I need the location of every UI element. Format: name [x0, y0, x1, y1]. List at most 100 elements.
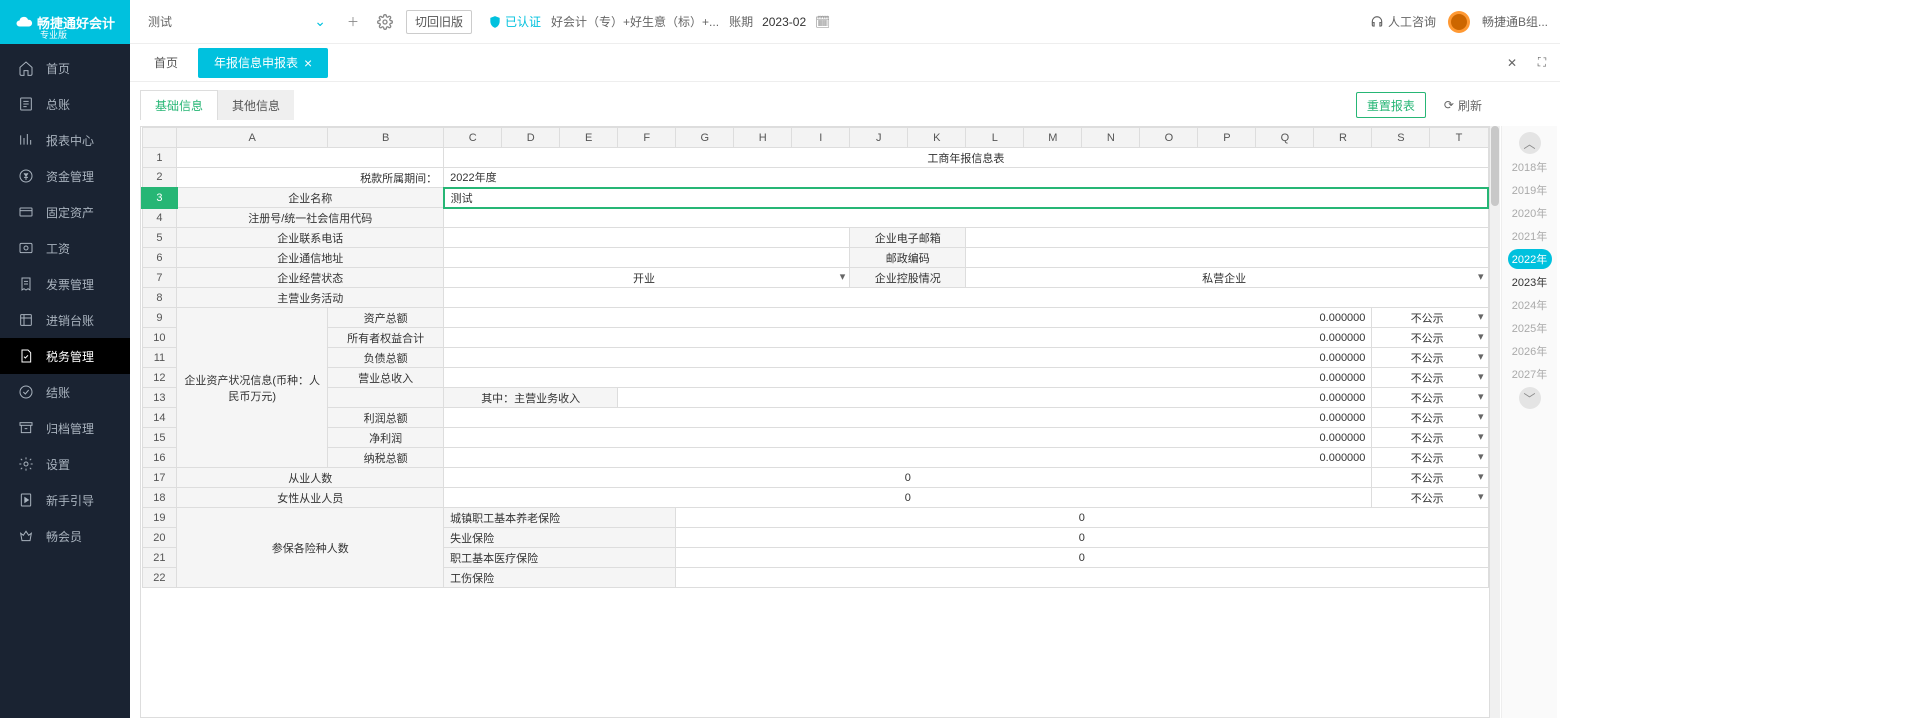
row-header[interactable]: 16 — [142, 448, 177, 468]
col-header[interactable]: L — [966, 128, 1024, 148]
cell[interactable]: 不公示▾ — [1372, 348, 1488, 368]
cell[interactable]: 净利润 — [328, 428, 444, 448]
year-item[interactable]: 2021年 — [1508, 226, 1552, 246]
calendar-icon[interactable]: 🗓 — [815, 15, 830, 29]
cell[interactable]: 邮政编码 — [850, 248, 966, 268]
cell[interactable]: 2022年度 — [444, 168, 1488, 188]
cell[interactable] — [444, 228, 850, 248]
close-icon[interactable]: × — [304, 55, 312, 71]
col-header[interactable]: O — [1140, 128, 1198, 148]
cell[interactable]: 企业名称 — [177, 188, 444, 208]
dropdown-icon[interactable]: ▾ — [1478, 430, 1484, 443]
avatar[interactable] — [1448, 11, 1470, 33]
cell[interactable] — [444, 248, 850, 268]
row-header[interactable]: 8 — [142, 288, 177, 308]
sidebar-item-home[interactable]: 首页 — [0, 50, 130, 86]
cell[interactable] — [328, 388, 444, 408]
fullscreen-icon[interactable]: ⛶ — [1532, 53, 1552, 73]
cell[interactable]: 营业总收入 — [328, 368, 444, 388]
sidebar-item-report[interactable]: 报表中心 — [0, 122, 130, 158]
cell[interactable]: 不公示▾ — [1372, 308, 1488, 328]
col-header[interactable]: B — [328, 128, 444, 148]
col-header[interactable]: K — [908, 128, 966, 148]
row-header[interactable]: 7 — [142, 268, 177, 288]
row-header[interactable]: 12 — [142, 368, 177, 388]
dropdown-icon[interactable]: ▾ — [1478, 370, 1484, 383]
sidebar-item-stock[interactable]: 进销台账 — [0, 302, 130, 338]
cell[interactable]: 失业保险 — [444, 528, 676, 548]
year-item[interactable]: 2025年 — [1508, 318, 1552, 338]
row-header[interactable]: 5 — [142, 228, 177, 248]
cell[interactable]: 所有者权益合计 — [328, 328, 444, 348]
dropdown-icon[interactable]: ▾ — [1478, 450, 1484, 463]
cell[interactable]: 测试 — [444, 188, 1488, 208]
year-item[interactable]: 2023年 — [1508, 272, 1552, 292]
cell[interactable]: 从业人数 — [177, 468, 444, 488]
row-header[interactable]: 22 — [142, 568, 177, 588]
col-header[interactable]: E — [560, 128, 618, 148]
year-down-icon[interactable]: ﹀ — [1519, 387, 1541, 409]
cell[interactable]: 其中：主营业务收入 — [444, 388, 618, 408]
cell[interactable] — [444, 288, 1488, 308]
row-header[interactable]: 17 — [142, 468, 177, 488]
sidebar-item-ledger[interactable]: 总账 — [0, 86, 130, 122]
cell[interactable]: 不公示▾ — [1372, 468, 1488, 488]
support-link[interactable]: 人工咨询 — [1370, 13, 1436, 30]
org-selector[interactable]: 测试 ⌄ — [142, 8, 332, 36]
corner-cell[interactable] — [142, 128, 177, 148]
cell[interactable]: 企业联系电话 — [177, 228, 444, 248]
col-header[interactable]: P — [1198, 128, 1256, 148]
cell[interactable]: 不公示▾ — [1372, 328, 1488, 348]
col-header[interactable]: Q — [1256, 128, 1314, 148]
cell[interactable]: 不公示▾ — [1372, 488, 1488, 508]
cell[interactable]: 不公示▾ — [1372, 388, 1488, 408]
cell[interactable] — [966, 228, 1488, 248]
col-header[interactable]: F — [618, 128, 676, 148]
row-header[interactable]: 20 — [142, 528, 177, 548]
vertical-scrollbar[interactable] — [1490, 126, 1500, 718]
cell[interactable]: 0 — [444, 468, 1372, 488]
row-header[interactable]: 15 — [142, 428, 177, 448]
sidebar-item-asset[interactable]: 固定资产 — [0, 194, 130, 230]
dropdown-icon[interactable]: ▾ — [1478, 310, 1484, 323]
page-tab[interactable]: 首页 — [138, 48, 194, 78]
row-header[interactable]: 11 — [142, 348, 177, 368]
sidebar-item-funds[interactable]: 资金管理 — [0, 158, 130, 194]
period-value[interactable]: 2023-02 — [757, 12, 811, 32]
cell[interactable]: 不公示▾ — [1372, 448, 1488, 468]
year-item[interactable]: 2024年 — [1508, 295, 1552, 315]
year-item[interactable]: 2027年 — [1508, 364, 1552, 384]
cell[interactable]: 企业通信地址 — [177, 248, 444, 268]
year-item[interactable]: 2020年 — [1508, 203, 1552, 223]
row-header[interactable]: 18 — [142, 488, 177, 508]
sidebar-item-vip[interactable]: 畅会员 — [0, 518, 130, 554]
dropdown-icon[interactable]: ▾ — [840, 270, 846, 283]
year-up-icon[interactable]: ︿ — [1519, 132, 1541, 154]
col-header[interactable]: H — [734, 128, 792, 148]
cell[interactable]: 税款所属期间： — [177, 168, 444, 188]
year-item[interactable]: 2019年 — [1508, 180, 1552, 200]
cell[interactable]: 利润总额 — [328, 408, 444, 428]
col-header[interactable]: M — [1024, 128, 1082, 148]
row-header[interactable]: 6 — [142, 248, 177, 268]
spreadsheet[interactable]: ABCDEFGHIJKLMNOPQRST1工商年报信息表2税款所属期间：2022… — [140, 126, 1490, 718]
cell[interactable]: 纳税总额 — [328, 448, 444, 468]
cell[interactable]: 工伤保险 — [444, 568, 676, 588]
sidebar-item-tax[interactable]: 税务管理 — [0, 338, 130, 374]
col-header[interactable]: N — [1082, 128, 1140, 148]
row-header[interactable]: 2 — [142, 168, 177, 188]
cell[interactable]: 私营企业▾ — [966, 268, 1488, 288]
add-icon[interactable]: ＋ — [342, 11, 364, 33]
cell[interactable]: 企业控股情况 — [850, 268, 966, 288]
cell[interactable] — [966, 248, 1488, 268]
row-header[interactable]: 13 — [142, 388, 177, 408]
cell[interactable]: 开业▾ — [444, 268, 850, 288]
cell[interactable]: 企业经营状态 — [177, 268, 444, 288]
cell[interactable]: 女性从业人员 — [177, 488, 444, 508]
cell[interactable]: 主营业务活动 — [177, 288, 444, 308]
row-header[interactable]: 14 — [142, 408, 177, 428]
cell[interactable] — [676, 568, 1488, 588]
cell[interactable]: 0.000000 — [444, 308, 1372, 328]
row-header[interactable]: 21 — [142, 548, 177, 568]
scrollbar-thumb[interactable] — [1491, 126, 1499, 206]
